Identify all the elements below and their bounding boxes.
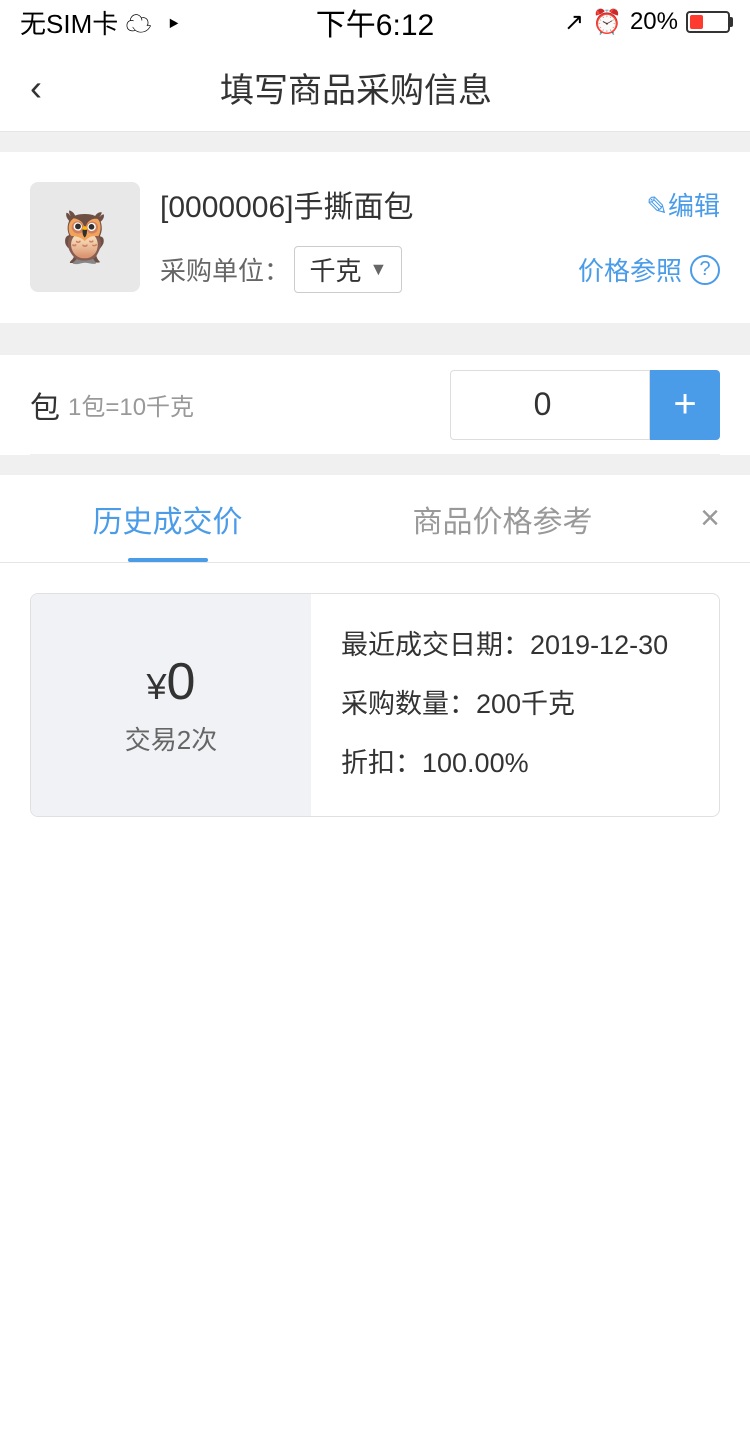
history-card: ¥0 交易2次 最近成交日期：2019-12-30 采购数量：200千克 折扣：… — [30, 593, 720, 817]
unit-value: 千克 — [309, 251, 361, 288]
quantity-unit-main: 包 — [30, 383, 60, 427]
unit-select[interactable]: 千克 ▼ — [294, 246, 402, 293]
product-image: 🦉 — [30, 182, 140, 292]
status-time: 下午6:12 — [316, 0, 434, 44]
history-details-area: 最近成交日期：2019-12-30 采购数量：200千克 折扣：100.00% — [311, 594, 719, 816]
status-right: ↗ ⏰ 20% — [564, 8, 730, 37]
price-ref-help-icon: ? — [690, 255, 720, 285]
quantity-unit-sub: 1包=10千克 — [68, 387, 194, 422]
product-unit-row: 采购单位： 千克 ▼ 价格参照 ? — [160, 246, 720, 293]
history-price-area: ¥0 交易2次 — [31, 594, 311, 816]
back-button[interactable]: ‹ — [30, 57, 52, 119]
history-detail-quantity: 采购数量：200千克 — [341, 683, 689, 726]
quantity-label: 包 1包=10千克 — [30, 383, 194, 427]
quantity-plus-button[interactable]: + — [650, 370, 720, 440]
tab-history-price[interactable]: 历史成交价 — [0, 475, 335, 562]
product-section: 🦉 [0000006]手撕面包 ✎编辑 采购单位： 千克 ▼ 价格参照 — [0, 152, 750, 323]
history-content: ¥0 交易2次 最近成交日期：2019-12-30 采购数量：200千克 折扣：… — [0, 563, 750, 847]
currency-symbol: ¥ — [147, 666, 167, 707]
product-name-row: [0000006]手撕面包 ✎编辑 — [160, 182, 720, 226]
unit-dropdown-arrow-icon: ▼ — [369, 259, 387, 280]
tabs-header: 历史成交价 商品价格参考 × — [0, 475, 750, 563]
quantity-section: 包 1包=10千克 + — [0, 355, 750, 455]
history-price-value: ¥0 — [147, 652, 196, 712]
quantity-input[interactable] — [450, 370, 650, 440]
status-bar: 无SIM卡 ☁ ‣ 下午6:12 ↗ ⏰ 20% — [0, 0, 750, 44]
tab-price-reference[interactable]: 商品价格参考 — [335, 475, 670, 562]
separator-1 — [0, 323, 750, 339]
quantity-row: 包 1包=10千克 + — [30, 355, 720, 455]
bottom-area — [0, 847, 750, 1447]
product-unit-area: 采购单位： 千克 ▼ — [160, 246, 402, 293]
product-header: 🦉 [0000006]手撕面包 ✎编辑 采购单位： 千克 ▼ 价格参照 — [30, 182, 720, 293]
alarm-icon: ⏰ — [592, 8, 622, 37]
unit-label: 采购单位： — [160, 256, 290, 286]
price-ref-label: 价格参照 — [578, 251, 682, 288]
history-detail-discount: 折扣：100.00% — [341, 742, 689, 785]
product-name: [0000006]手撕面包 — [160, 182, 413, 226]
product-edit-button[interactable]: ✎编辑 — [646, 186, 720, 223]
price-ref-button[interactable]: 价格参照 ? — [578, 251, 720, 288]
product-thumbnail-icon: 🦉 — [54, 208, 116, 267]
status-left: 无SIM卡 ☁ ‣ — [20, 4, 181, 41]
tabs-close-button[interactable]: × — [670, 475, 750, 562]
nav-bar: ‹ 填写商品采购信息 — [0, 44, 750, 132]
tabs-section: 历史成交价 商品价格参考 × ¥0 交易2次 最近成交日期：2019-12-30… — [0, 475, 750, 847]
battery-indicator — [686, 11, 730, 33]
page-title: 填写商品采购信息 — [52, 63, 660, 112]
battery-label: 20% — [630, 8, 678, 36]
quantity-input-area: + — [194, 370, 720, 440]
product-info: [0000006]手撕面包 ✎编辑 采购单位： 千克 ▼ 价格参照 ? — [160, 182, 720, 293]
carrier-label: 无SIM卡 ☁ ‣ — [20, 4, 181, 41]
history-detail-date: 最近成交日期：2019-12-30 — [341, 624, 689, 667]
history-trades-count: 交易2次 — [125, 720, 217, 757]
gps-icon: ↗ — [564, 8, 584, 37]
